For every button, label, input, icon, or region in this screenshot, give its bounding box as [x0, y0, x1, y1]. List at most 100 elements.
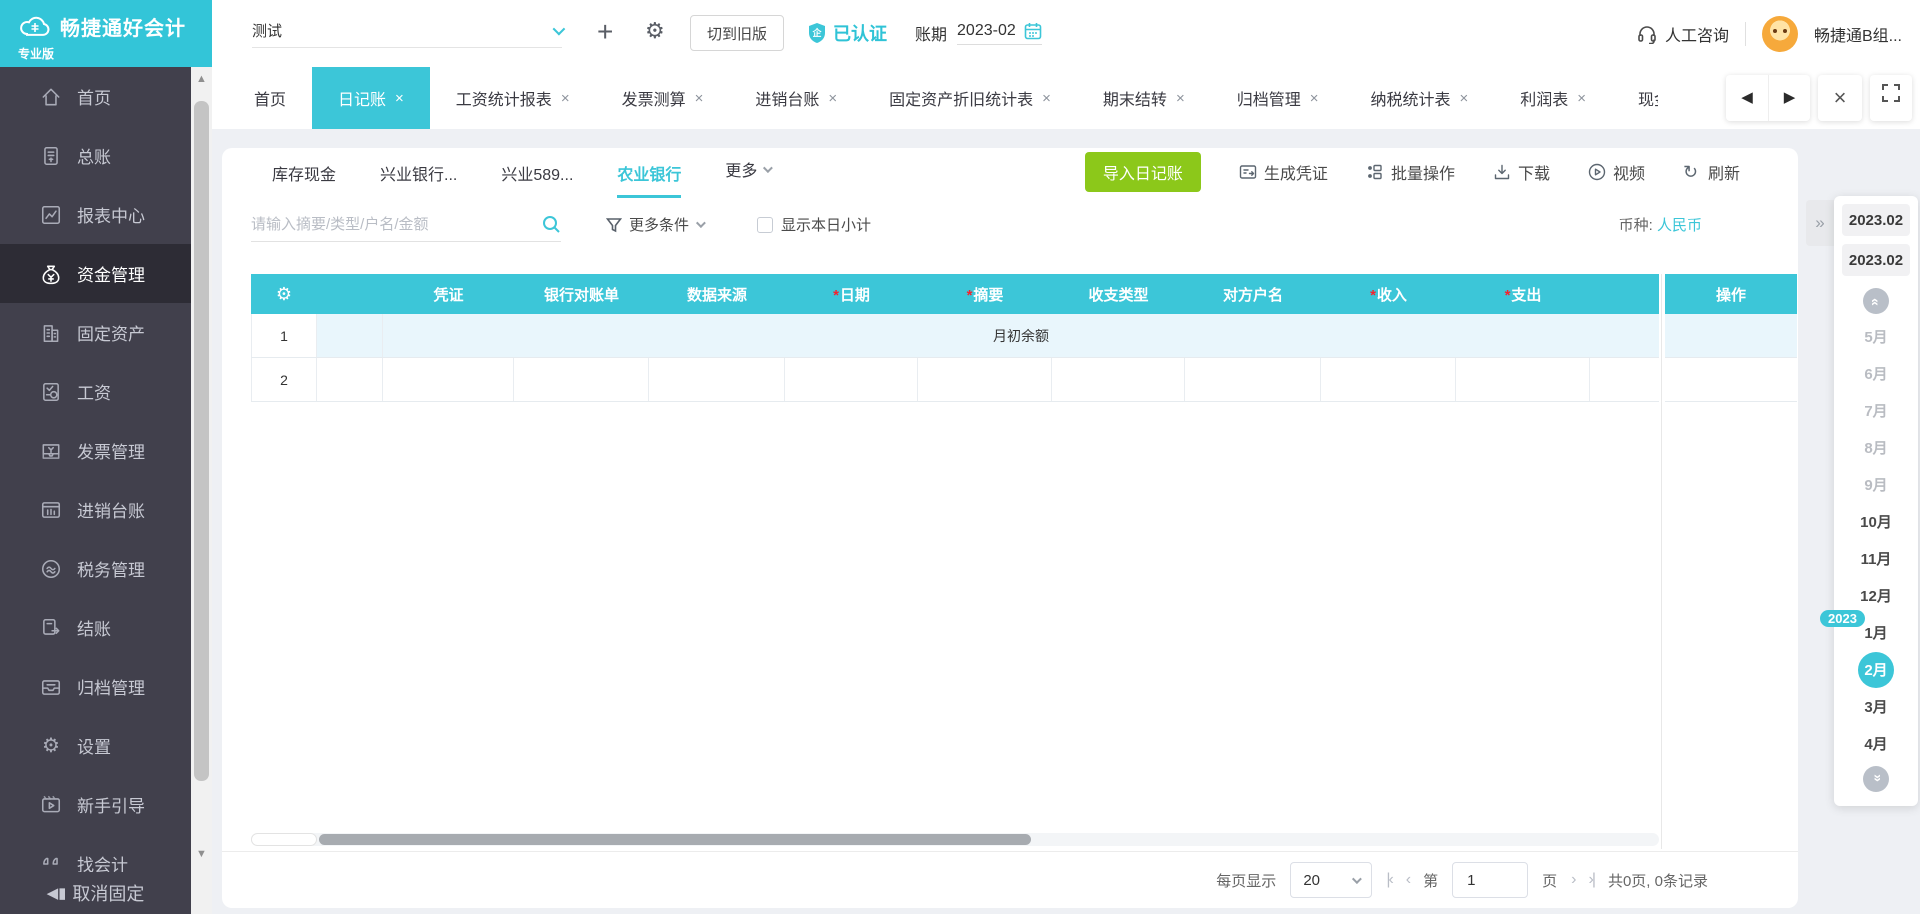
tab-journal[interactable]: 日记账 ×: [312, 67, 430, 129]
currency-value[interactable]: 人民币: [1657, 217, 1702, 234]
sidebar-item-purchase-sales-ledger[interactable]: 进销台账: [0, 480, 212, 539]
sidebar-item-closing[interactable]: 结账: [0, 598, 212, 657]
close-icon[interactable]: ×: [395, 90, 404, 107]
close-icon[interactable]: ×: [1176, 90, 1185, 107]
sidebar-item-fixed-assets[interactable]: 固定资产: [0, 303, 212, 362]
tab-home[interactable]: 首页: [228, 67, 312, 129]
column-settings-gear-icon[interactable]: ⚙: [251, 284, 317, 305]
months-scroll-down-button[interactable]: «: [1863, 766, 1889, 792]
page-number-input[interactable]: [1452, 862, 1529, 898]
horizontal-scroll-thumb[interactable]: [319, 834, 1031, 845]
operation-cell[interactable]: [1665, 358, 1797, 402]
tab-invoice-calc[interactable]: 发票测算 ×: [596, 67, 730, 129]
sidebar-item-settings[interactable]: ⚙ 设置: [0, 716, 212, 775]
batch-operation-button[interactable]: 批量操作: [1366, 160, 1455, 184]
settings-gear-icon[interactable]: ⚙: [645, 20, 665, 42]
tab-depreciation-report[interactable]: 固定资产折旧统计表 ×: [863, 67, 1077, 129]
close-icon[interactable]: ×: [1310, 90, 1319, 107]
sidebar-item-funds-management[interactable]: 资金管理: [0, 244, 212, 303]
company-select[interactable]: 测试: [252, 14, 566, 48]
month-item[interactable]: 10月: [1846, 503, 1906, 540]
operation-cell[interactable]: [1665, 314, 1797, 358]
row-checkbox-cell[interactable]: [317, 358, 383, 401]
table-row[interactable]: 1 月初余额: [251, 314, 1659, 358]
account-tab-cib-589[interactable]: 兴业589...: [501, 148, 573, 198]
close-icon[interactable]: ×: [1460, 90, 1469, 107]
month-item[interactable]: 6月: [1846, 355, 1906, 392]
refresh-button[interactable]: ↻ 刷新: [1683, 160, 1740, 184]
close-icon[interactable]: ×: [1577, 90, 1586, 107]
month-item[interactable]: 7月: [1846, 392, 1906, 429]
month-item[interactable]: 11月: [1846, 540, 1906, 577]
month-item[interactable]: 4月: [1846, 725, 1906, 762]
account-tab-more[interactable]: 更多: [725, 148, 774, 198]
cell-inout-type[interactable]: [1052, 358, 1185, 401]
account-tab-cash[interactable]: 库存现金: [272, 148, 336, 198]
more-conditions-button[interactable]: 更多条件: [606, 214, 706, 235]
cell-voucher[interactable]: [383, 358, 514, 401]
cell-data-source[interactable]: [649, 358, 785, 401]
unpin-sidebar-button[interactable]: ◀▮ 取消固定: [0, 872, 191, 914]
tab-salary-report[interactable]: 工资统计报表 ×: [430, 67, 596, 129]
account-tab-agri-bank[interactable]: 农业银行: [617, 148, 682, 198]
scroll-down-icon[interactable]: ▼: [191, 848, 212, 860]
download-button[interactable]: 下载: [1493, 160, 1550, 184]
search-input[interactable]: [251, 216, 511, 233]
certified-badge[interactable]: 企 已认证: [807, 20, 887, 46]
month-item[interactable]: 12月: [1846, 577, 1906, 614]
switch-old-version-button[interactable]: 切到旧版: [690, 15, 785, 51]
close-icon[interactable]: ×: [1042, 90, 1051, 107]
month-item[interactable]: 8月: [1846, 429, 1906, 466]
row-checkbox-cell[interactable]: [317, 314, 383, 357]
user-name[interactable]: 畅捷通B组...: [1814, 22, 1902, 46]
search-icon[interactable]: [542, 215, 561, 234]
fullscreen-button[interactable]: [1870, 75, 1912, 121]
close-icon[interactable]: ×: [561, 90, 570, 107]
generate-voucher-button[interactable]: 生成凭证: [1239, 160, 1328, 184]
scroll-up-icon[interactable]: ▲: [191, 73, 212, 85]
tab-purchase-sales[interactable]: 进销台账 ×: [729, 67, 863, 129]
cell-date[interactable]: [785, 358, 918, 401]
daily-subtotal-checkbox[interactable]: [757, 216, 773, 233]
sidebar-item-home[interactable]: 首页: [0, 67, 212, 126]
close-icon[interactable]: ×: [695, 90, 704, 107]
scroll-tabs-right-button[interactable]: ▶: [1768, 75, 1810, 121]
sidebar-item-report-center[interactable]: 报表中心: [0, 185, 212, 244]
last-page-button[interactable]: ›|: [1588, 871, 1596, 889]
import-journal-button[interactable]: 导入日记账: [1084, 152, 1201, 192]
scroll-tabs-left-button[interactable]: ◀: [1726, 75, 1768, 121]
cell-income[interactable]: [1321, 358, 1456, 401]
first-page-button[interactable]: |‹: [1386, 871, 1394, 889]
tab-period-end[interactable]: 期末结转 ×: [1077, 67, 1211, 129]
period-box[interactable]: 2023.02: [1842, 244, 1910, 276]
per-page-select[interactable]: 20: [1290, 862, 1373, 898]
sidebar-scrollbar[interactable]: ▲ ▼: [191, 67, 212, 914]
support-link[interactable]: 人工咨询: [1637, 22, 1729, 46]
month-item[interactable]: 5月: [1846, 318, 1906, 355]
sidebar-item-tax-management[interactable]: 税务管理: [0, 539, 212, 598]
show-daily-subtotal[interactable]: 显示本日小计: [757, 214, 871, 235]
sidebar-item-invoice-management[interactable]: 发票管理: [0, 421, 212, 480]
month-item-selected[interactable]: 2月: [1846, 651, 1906, 688]
user-avatar[interactable]: [1761, 15, 1798, 52]
months-scroll-up-button[interactable]: «: [1863, 288, 1889, 314]
period-picker[interactable]: 2023-02: [957, 22, 1042, 45]
cell-counterparty[interactable]: [1185, 358, 1321, 401]
collapse-date-rail-button[interactable]: »: [1806, 200, 1834, 246]
tab-profit-statement[interactable]: 利润表 ×: [1494, 67, 1612, 129]
table-row[interactable]: 2: [251, 358, 1659, 402]
sidebar-item-salary[interactable]: 工资: [0, 362, 212, 421]
cell-summary[interactable]: [918, 358, 1052, 401]
month-item[interactable]: 9月: [1846, 466, 1906, 503]
sidebar-item-archive-management[interactable]: 归档管理: [0, 657, 212, 716]
sidebar-item-general-ledger[interactable]: 总账: [0, 126, 212, 185]
close-all-tabs-button[interactable]: ×: [1818, 75, 1862, 121]
month-item[interactable]: 3月: [1846, 688, 1906, 725]
sidebar-scroll-thumb[interactable]: [194, 101, 209, 781]
account-tab-cib-bank[interactable]: 兴业银行...: [380, 148, 457, 198]
tab-archive[interactable]: 归档管理 ×: [1211, 67, 1345, 129]
next-page-button[interactable]: ›: [1571, 871, 1577, 889]
close-icon[interactable]: ×: [828, 90, 837, 107]
video-button[interactable]: 视频: [1588, 160, 1645, 184]
period-box[interactable]: 2023.02: [1842, 204, 1910, 236]
